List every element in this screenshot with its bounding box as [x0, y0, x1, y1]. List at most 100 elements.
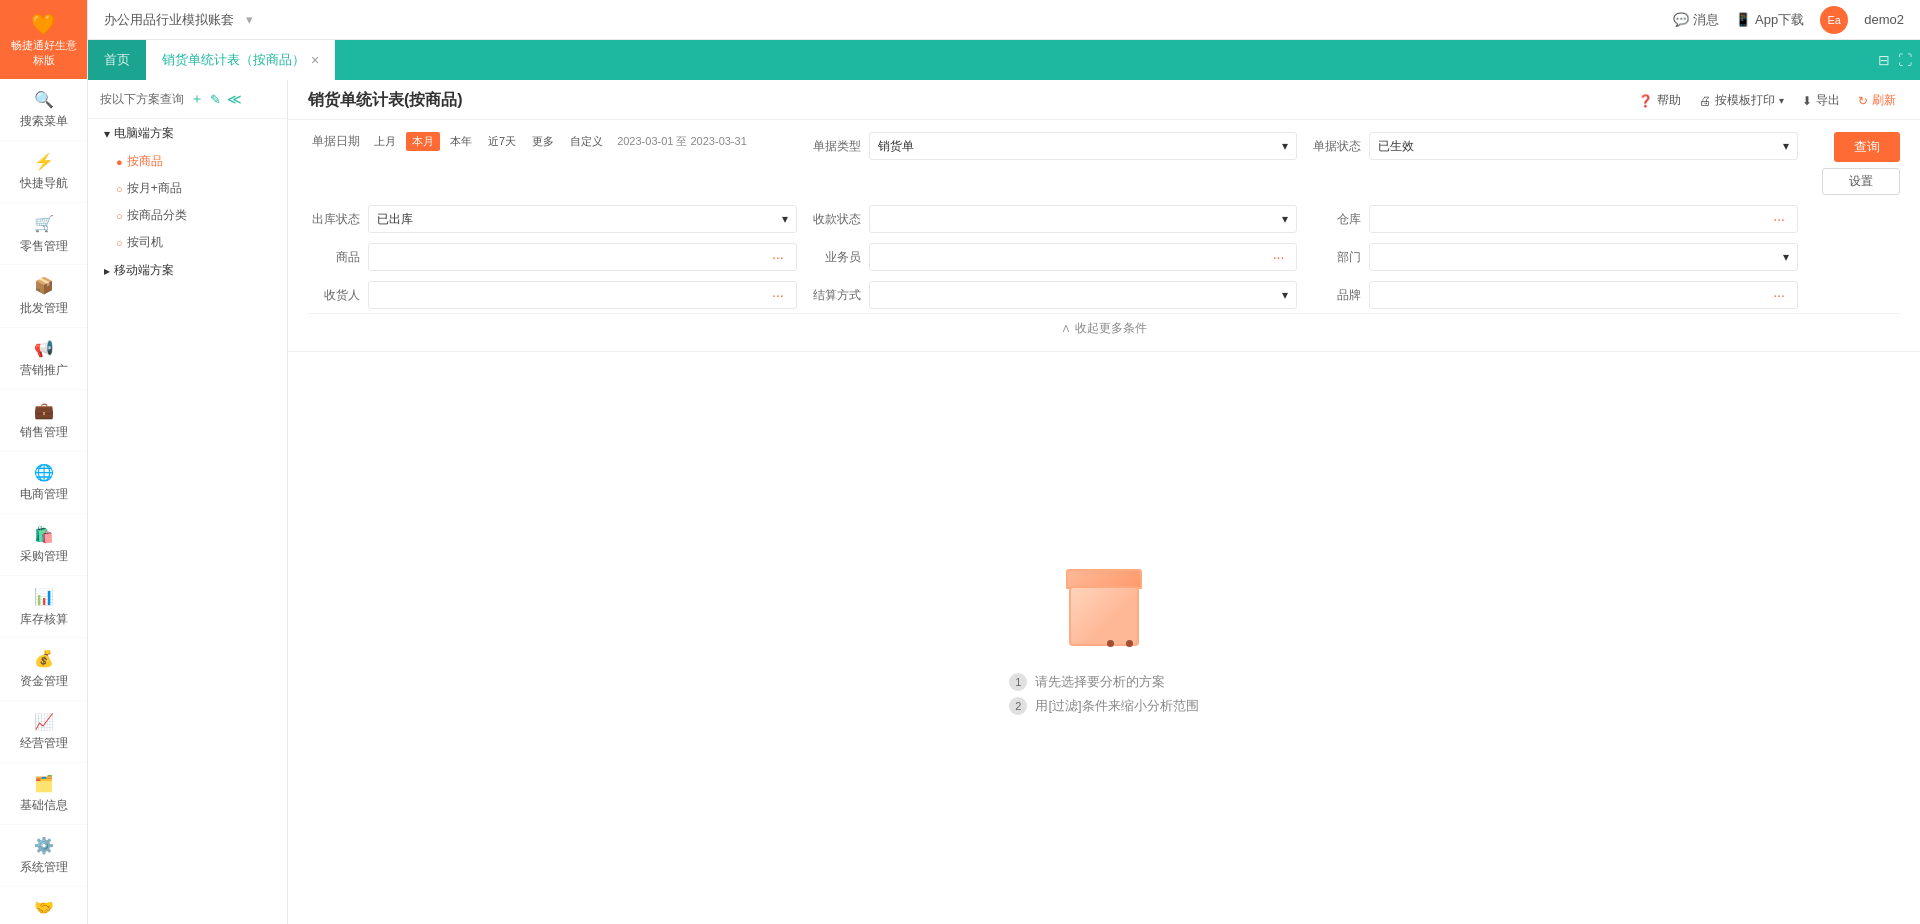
tab-bar: 首页 销货单统计表（按商品） × ⊟ ⛶ — [88, 40, 1920, 80]
sidebar-item-marketing[interactable]: 📢营销推广 — [0, 328, 87, 390]
sidebar-item-wholesale[interactable]: 📦 批发管理 — [0, 265, 87, 327]
export-btn[interactable]: ⬇ 导出 — [1798, 90, 1844, 111]
sidebar-label-wholesale: 批发管理 — [20, 301, 68, 315]
right-panel: 销货单统计表(按商品) ❓ 帮助 🖨 按模板打印 ▾ ⬇ 导出 — [288, 80, 1920, 924]
payment-label: 收款状态 — [809, 211, 861, 228]
box-body — [1069, 586, 1139, 646]
sidebar-item-quick_nav[interactable]: ⚡ 快捷导航 — [0, 141, 87, 203]
department-arrow: ▾ — [1783, 250, 1789, 264]
settlement-select[interactable]: ▾ — [869, 281, 1298, 309]
sidebar-icon-retail: 🛒 — [4, 213, 83, 235]
sidebar-icon-ecommerce: 🌐 — [4, 462, 83, 484]
sidebar-label-inventory: 库存核算 — [20, 612, 68, 626]
sidebar-icon-enterprise: 🤝 — [4, 897, 83, 919]
date-quick-btns: 上月 本月 本年 近7天 更多 自定义 2023-03-01 至 2023-03… — [368, 132, 797, 151]
date-btn-last-month[interactable]: 上月 — [368, 132, 402, 151]
sidebar-label-basic: 基础信息 — [20, 798, 68, 812]
warehouse-select[interactable]: 已出库 ▾ — [368, 205, 797, 233]
sidebar-label-sales: 销售管理 — [20, 425, 68, 439]
tab-home-label: 首页 — [104, 51, 130, 69]
tab-report[interactable]: 销货单统计表（按商品） × — [146, 40, 335, 80]
date-btn-7days[interactable]: 近7天 — [482, 132, 522, 151]
department-select[interactable]: ▾ — [1369, 243, 1798, 271]
tree-mobile-section[interactable]: ▸ 移动端方案 — [88, 256, 287, 285]
date-btn-custom[interactable]: 自定义 — [564, 132, 609, 151]
hint-text-2: 用[过滤]条件来缩小分析范围 — [1035, 697, 1198, 715]
tab-actions: ⊟ ⛶ — [1878, 52, 1920, 68]
help-btn[interactable]: ❓ 帮助 — [1634, 90, 1685, 111]
sidebar-icon-quick_nav: ⚡ — [4, 151, 83, 173]
collapse-panel-btn[interactable]: ≪ — [227, 91, 242, 107]
tree-item-by_printer[interactable]: ○按司机 — [88, 229, 287, 256]
add-scheme-btn[interactable]: ＋ — [190, 90, 204, 108]
print-btn[interactable]: 🖨 按模板打印 ▾ — [1695, 90, 1788, 111]
receiver-input[interactable]: ··· — [368, 281, 797, 309]
refresh-btn[interactable]: ↻ 刷新 — [1854, 90, 1900, 111]
sidebar-items: 🔍搜索菜单 ⚡ 快捷导航 🛒零售管理 📦 批发管理 📢营销推广💼销售管理🌐电商管理🛍️采购管… — [0, 79, 87, 924]
sidebar-icon-finance: 💰 — [4, 648, 83, 670]
tree-label-by_product_category: 按商品分类 — [127, 207, 187, 224]
date-btn-more[interactable]: 更多 — [526, 132, 560, 151]
salesperson-ellipsis[interactable]: ··· — [1269, 249, 1289, 265]
tree-item-by_product[interactable]: ●按商品 — [88, 148, 287, 175]
hint-num-1: 1 — [1009, 673, 1027, 691]
product-ellipsis[interactable]: ··· — [768, 249, 788, 265]
refresh-icon: ↻ — [1858, 94, 1868, 108]
settlement-arrow: ▾ — [1282, 288, 1288, 302]
date-range-display: 2023-03-01 至 2023-03-31 — [617, 134, 747, 149]
settings-button[interactable]: 设置 — [1822, 168, 1900, 195]
sidebar-icon-wholesale: 📦 — [4, 275, 83, 297]
sidebar-item-ecommerce[interactable]: 🌐电商管理 — [0, 452, 87, 514]
payment-select[interactable]: ▾ — [869, 205, 1298, 233]
tree-expand-icon[interactable]: ▾ — [104, 127, 110, 141]
tab-minimize-icon[interactable]: ⊟ — [1878, 52, 1890, 68]
tab-fullscreen-icon[interactable]: ⛶ — [1898, 52, 1912, 68]
top-header: 办公用品行业模拟账套 ▾ 💬 消息 📱 App下载 Ea demo2 — [88, 0, 1920, 40]
header-right: 💬 消息 📱 App下载 Ea demo2 — [1673, 6, 1904, 34]
tree-mobile-expand-icon[interactable]: ▸ — [104, 264, 110, 278]
app-download-btn[interactable]: 📱 App下载 — [1735, 11, 1804, 29]
sidebar-item-basic[interactable]: 🗂️基础信息 — [0, 763, 87, 825]
query-button[interactable]: 查询 — [1834, 132, 1900, 162]
salesperson-input[interactable]: ··· — [869, 243, 1298, 271]
sidebar-label-quick_nav: 快捷导航 — [20, 176, 68, 190]
left-panel-title: 按以下方案查询 — [100, 91, 184, 108]
storage-input[interactable]: ··· — [1369, 205, 1798, 233]
sidebar-item-purchase[interactable]: 🛍️采购管理 — [0, 514, 87, 576]
sidebar-item-sales[interactable]: 💼销售管理 — [0, 390, 87, 452]
date-btn-this-month[interactable]: 本月 — [406, 132, 440, 151]
tab-report-label: 销货单统计表（按商品） — [162, 51, 305, 69]
user-avatar[interactable]: Ea — [1820, 6, 1848, 34]
edit-scheme-btn[interactable]: ✎ — [210, 92, 221, 107]
doc-type-select[interactable]: 销货单 ▾ — [869, 132, 1298, 160]
sidebar-item-finance[interactable]: 💰资金管理 — [0, 638, 87, 700]
page-actions: ❓ 帮助 🖨 按模板打印 ▾ ⬇ 导出 ↻ 刷新 — [1634, 90, 1900, 111]
message-btn[interactable]: 💬 消息 — [1673, 11, 1719, 29]
brand-input[interactable]: ··· — [1369, 281, 1798, 309]
empty-illustration — [1054, 561, 1154, 661]
tab-close-icon[interactable]: × — [311, 52, 319, 68]
doc-status-label: 单据状态 — [1309, 138, 1361, 155]
sidebar-icon-inventory: 📊 — [4, 586, 83, 608]
sidebar-item-enterprise[interactable]: 🤝企业协同 — [0, 887, 87, 924]
sidebar-label-search: 搜索菜单 — [20, 114, 68, 128]
sidebar-item-operation[interactable]: 📈经营管理 — [0, 701, 87, 763]
product-input[interactable]: ··· — [368, 243, 797, 271]
doc-status-select[interactable]: 已生效 ▾ — [1369, 132, 1798, 160]
sidebar-item-inventory[interactable]: 📊 库存核算 — [0, 576, 87, 638]
left-panel-header: 按以下方案查询 ＋ ✎ ≪ — [88, 80, 287, 119]
brand-ellipsis[interactable]: ··· — [1769, 287, 1789, 303]
tree-item-by_month_product[interactable]: ○按月+商品 — [88, 175, 287, 202]
collapse-filters-btn[interactable]: ∧ 收起更多条件 — [308, 313, 1900, 343]
date-btn-this-year[interactable]: 本年 — [444, 132, 478, 151]
sidebar-item-system[interactable]: ⚙️系统管理 — [0, 825, 87, 887]
receiver-ellipsis[interactable]: ··· — [768, 287, 788, 303]
warehouse-label: 出库状态 — [308, 211, 360, 228]
tab-home[interactable]: 首页 — [88, 40, 146, 80]
workspace-arrow[interactable]: ▾ — [246, 12, 253, 27]
app-logo[interactable]: 🧡 畅捷通好生意 标版 — [0, 0, 87, 79]
storage-ellipsis[interactable]: ··· — [1769, 211, 1789, 227]
sidebar-item-search[interactable]: 🔍搜索菜单 — [0, 79, 87, 141]
sidebar-item-retail[interactable]: 🛒零售管理 — [0, 203, 87, 265]
tree-item-by_product_category[interactable]: ○按商品分类 — [88, 202, 287, 229]
